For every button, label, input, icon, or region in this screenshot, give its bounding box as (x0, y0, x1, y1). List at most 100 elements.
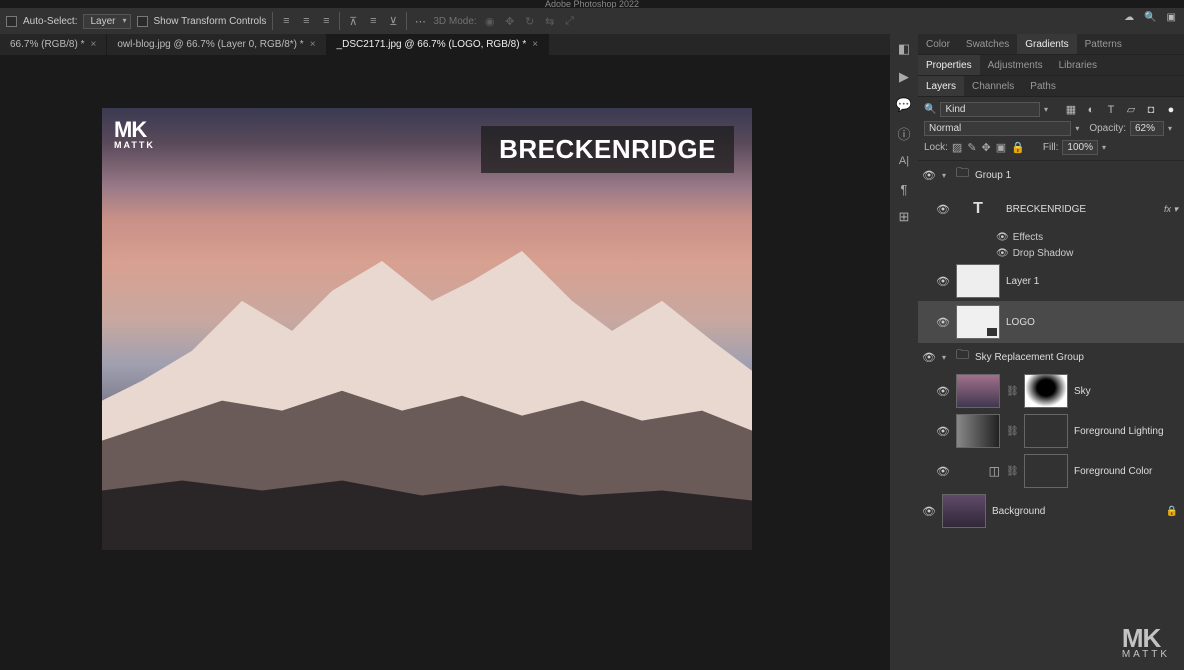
visibility-icon[interactable]: 👁 (996, 232, 1009, 243)
show-transform-checkbox[interactable] (137, 16, 148, 27)
layer-effects-header[interactable]: 👁Effects (918, 229, 1184, 245)
lock-image-icon[interactable]: ✎ (967, 141, 976, 154)
collapse-icon[interactable]: ▾ (942, 171, 950, 180)
tab-patterns[interactable]: Patterns (1077, 34, 1130, 54)
cloud-icon[interactable]: ☁ (1124, 12, 1134, 23)
glyphs-icon[interactable]: ⊞ (895, 208, 913, 226)
layer-row-sky[interactable]: 👁 ⛓ Sky (918, 371, 1184, 411)
doc-tab-label: 66.7% (RGB/8) * (10, 39, 84, 50)
comments-icon[interactable]: 💬 (895, 96, 913, 114)
filter-shape-icon[interactable]: ▱ (1124, 103, 1138, 117)
tab-adjustments[interactable]: Adjustments (980, 55, 1051, 75)
close-icon[interactable]: × (310, 39, 316, 50)
filter-type-icon[interactable]: T (1104, 103, 1118, 117)
lock-transparency-icon[interactable]: ▨ (952, 141, 962, 154)
align-left-icon[interactable]: ≡ (279, 14, 293, 28)
brushes-icon[interactable]: ▶ (895, 68, 913, 86)
chevron-down-icon[interactable]: ▾ (1102, 143, 1112, 152)
layer-name[interactable]: Foreground Color (1074, 466, 1178, 477)
layer-row-fgcolor[interactable]: 👁 ◫ ⛓ Foreground Color (918, 451, 1184, 491)
align-bottom-icon[interactable]: ⊻ (386, 14, 400, 28)
layer-name[interactable]: Background (992, 506, 1160, 517)
mask-link-icon[interactable]: ⛓ (1006, 426, 1018, 437)
visibility-icon[interactable]: 👁 (922, 505, 936, 518)
blend-mode-dropdown[interactable]: Normal (924, 121, 1071, 136)
lock-all-icon[interactable]: 🔒 (1011, 141, 1025, 154)
layer-group-sky[interactable]: 👁 ▾ 🗀 Sky Replacement Group (918, 343, 1184, 371)
visibility-icon[interactable]: 👁 (936, 203, 950, 216)
visibility-icon[interactable]: 👁 (936, 465, 950, 478)
layer-row[interactable]: 👁 Layer 1 (918, 261, 1184, 301)
layer-name[interactable]: Group 1 (975, 170, 1178, 181)
visibility-icon[interactable]: 👁 (936, 385, 950, 398)
layer-name[interactable]: Sky Replacement Group (975, 352, 1178, 363)
fx-badge[interactable]: fx ▾ (1164, 204, 1178, 215)
fill-field[interactable]: 100% (1062, 140, 1098, 155)
search-icon[interactable]: 🔍 (924, 104, 936, 115)
layer-name[interactable]: Foreground Lighting (1074, 426, 1178, 437)
filter-adjust-icon[interactable]: ◐ (1084, 103, 1098, 117)
tab-layers[interactable]: Layers (918, 76, 964, 96)
chevron-down-icon[interactable]: ▾ (1044, 105, 1054, 114)
info-icon[interactable]: ⓘ (895, 124, 913, 142)
auto-select-dropdown[interactable]: Layer (83, 14, 130, 29)
lock-label: Lock: (924, 142, 948, 153)
layer-row-selected[interactable]: 👁 LOGO (918, 301, 1184, 343)
layer-group[interactable]: 👁 ▾ 🗀 Group 1 (918, 161, 1184, 189)
layer-name[interactable]: Layer 1 (1006, 276, 1178, 287)
history-icon[interactable]: ◧ (895, 40, 913, 58)
align-top-icon[interactable]: ⊼ (346, 14, 360, 28)
align-right-icon[interactable]: ≡ (319, 14, 333, 28)
tab-properties[interactable]: Properties (918, 55, 980, 75)
auto-select-checkbox[interactable] (6, 16, 17, 27)
doc-tab-0[interactable]: 66.7% (RGB/8) * × (0, 34, 107, 55)
workspace-icon[interactable]: ▣ (1167, 12, 1176, 23)
doc-tab-2[interactable]: _DSC2171.jpg @ 66.7% (LOGO, RGB/8) *× (327, 34, 550, 55)
filter-toggle-icon[interactable]: ● (1164, 103, 1178, 117)
tab-swatches[interactable]: Swatches (958, 34, 1017, 54)
collapse-icon[interactable]: ▾ (942, 353, 950, 362)
visibility-icon[interactable]: 👁 (996, 248, 1009, 259)
paragraph-icon[interactable]: ¶ (895, 180, 913, 198)
visibility-icon[interactable]: 👁 (922, 351, 936, 364)
lock-icons: ▨ ✎ ✥ ▣ 🔒 (952, 141, 1025, 154)
canvas-area[interactable]: MK MATTK BRECKENRIDGE (0, 56, 918, 670)
search-icon[interactable]: 🔍 (1144, 12, 1156, 23)
layer-effect-dropshadow[interactable]: 👁Drop Shadow (918, 245, 1184, 261)
layer-name[interactable]: BRECKENRIDGE (1006, 204, 1158, 215)
tab-channels[interactable]: Channels (964, 76, 1022, 96)
layer-name[interactable]: LOGO (1006, 317, 1178, 328)
align-middle-icon[interactable]: ≡ (366, 14, 380, 28)
tab-color[interactable]: Color (918, 34, 958, 54)
layers-panel: 🔍 Kind ▾ ▦ ◐ T ▱ ◘ ● Normal ▾ Opacity: 6… (918, 97, 1184, 670)
chevron-down-icon[interactable]: ▾ (1168, 124, 1178, 133)
document-canvas[interactable]: MK MATTK BRECKENRIDGE (102, 108, 752, 550)
filter-pixel-icon[interactable]: ▦ (1064, 103, 1078, 117)
layer-name[interactable]: Sky (1074, 386, 1178, 397)
visibility-icon[interactable]: 👁 (936, 425, 950, 438)
visibility-icon[interactable]: 👁 (922, 169, 936, 182)
character-icon[interactable]: A| (895, 152, 913, 170)
visibility-icon[interactable]: 👁 (936, 316, 950, 329)
close-icon[interactable]: × (90, 39, 96, 50)
lock-icon[interactable]: 🔒 (1166, 506, 1178, 517)
layer-text[interactable]: 👁 T BRECKENRIDGE fx ▾ (918, 189, 1184, 229)
filter-smart-icon[interactable]: ◘ (1144, 103, 1158, 117)
layer-row-fglight[interactable]: 👁 ⛓ Foreground Lighting (918, 411, 1184, 451)
tab-paths[interactable]: Paths (1022, 76, 1064, 96)
tab-gradients[interactable]: Gradients (1017, 34, 1076, 54)
tab-libraries[interactable]: Libraries (1051, 55, 1105, 75)
close-icon[interactable]: × (532, 39, 538, 50)
layer-filter-kind[interactable]: Kind (940, 102, 1040, 117)
chevron-down-icon[interactable]: ▾ (1075, 124, 1085, 133)
align-center-icon[interactable]: ≡ (299, 14, 313, 28)
visibility-icon[interactable]: 👁 (936, 275, 950, 288)
mask-link-icon[interactable]: ⛓ (1006, 466, 1018, 477)
mask-link-icon[interactable]: ⛓ (1006, 386, 1018, 397)
doc-tab-1[interactable]: owl-blog.jpg @ 66.7% (Layer 0, RGB/8*) *… (107, 34, 326, 55)
distribute-icon[interactable]: ⋯ (413, 14, 427, 28)
lock-position-icon[interactable]: ✥ (982, 141, 991, 154)
opacity-field[interactable]: 62% (1130, 121, 1164, 136)
layer-row-background[interactable]: 👁 Background 🔒 (918, 491, 1184, 531)
lock-artboard-icon[interactable]: ▣ (996, 141, 1006, 154)
